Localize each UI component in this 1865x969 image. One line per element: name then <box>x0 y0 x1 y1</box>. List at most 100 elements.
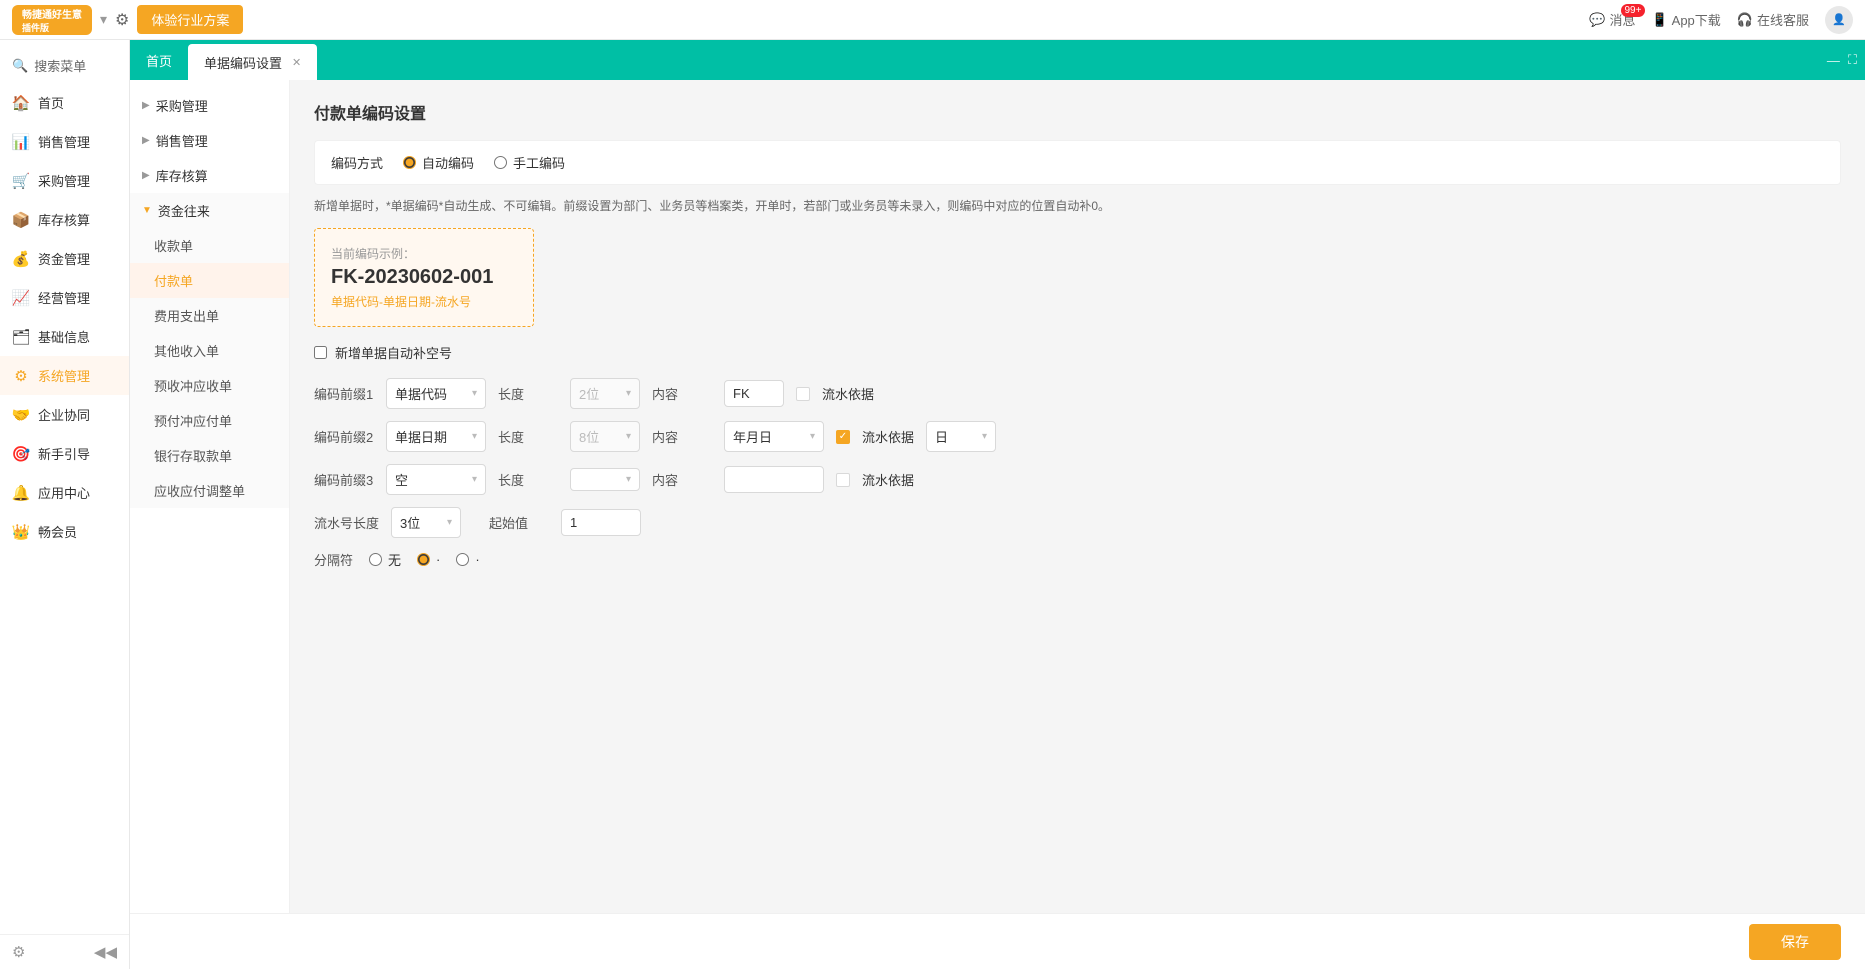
prefix-3-arrow: ▾ <box>472 474 477 485</box>
online-service-icon: 🎧 <box>1737 12 1753 28</box>
sidebar-item-operations[interactable]: 📈 经营管理 <box>0 278 129 317</box>
capital-group-label: 资金往来 <box>158 201 210 220</box>
menu-item-prepay-payable[interactable]: 预付冲应付单 <box>130 403 289 438</box>
sales-icon: 📊 <box>12 133 30 151</box>
trial-button[interactable]: 体验行业方案 <box>137 5 243 34</box>
nav-arrows[interactable]: ▾ <box>100 11 107 28</box>
settings-icon[interactable]: ⚙ <box>115 10 129 30</box>
online-service-area[interactable]: 🎧 在线客服 <box>1737 10 1809 29</box>
sidebar-item-member[interactable]: 👑 畅会员 <box>0 512 129 551</box>
sidebar-item-purchase[interactable]: 🛒 采购管理 <box>0 161 129 200</box>
prefix-1-arrow: ▾ <box>472 388 477 399</box>
info-text: 新增单据时，*单据编码*自动生成、不可编辑。前缀设置为部门、业务员等档案类，开单… <box>314 197 1841 216</box>
start-value-input[interactable] <box>561 509 641 536</box>
content-1-label: 内容 <box>652 384 712 403</box>
gear-bottom-icon[interactable]: ⚙ <box>12 943 25 961</box>
maximize-icon[interactable]: ⛶ <box>1848 52 1857 68</box>
purchase-icon: 🛒 <box>12 172 30 190</box>
arrow-down-icon[interactable]: ▾ <box>100 11 107 28</box>
sidebar-label-finance: 资金管理 <box>38 249 90 268</box>
sidebar-item-system[interactable]: ⚙ 系统管理 <box>0 356 129 395</box>
menu-item-receipt[interactable]: 收款单 <box>130 228 289 263</box>
auto-fill-label: 新增单据自动补空号 <box>335 343 452 362</box>
sidebar-item-finance[interactable]: 💰 资金管理 <box>0 239 129 278</box>
menu-item-bank[interactable]: 银行存取款单 <box>130 438 289 473</box>
sidebar-item-home[interactable]: 🏠 首页 <box>0 83 129 122</box>
content-area: ▶ 采购管理 ▶ 销售管理 ▶ 库存核算 <box>130 80 1865 913</box>
manual-code-radio-input[interactable] <box>494 156 507 169</box>
prefix-1-select[interactable]: 单据代码 ▾ <box>386 378 486 409</box>
left-menu-capital-title[interactable]: ▼ 资金往来 <box>130 193 289 228</box>
sidebar-item-inventory[interactable]: 📦 库存核算 <box>0 200 129 239</box>
length-1-value: 2位 <box>579 384 599 403</box>
inventory-group-label: 库存核算 <box>156 166 208 185</box>
inventory-icon: 📦 <box>12 211 30 229</box>
content-2-value: 年月日 <box>733 427 772 446</box>
tab-encoding-settings[interactable]: 单据编码设置 ✕ <box>188 44 317 80</box>
left-menu-inventory-title[interactable]: ▶ 库存核算 <box>130 158 289 193</box>
sep-radio-dot2[interactable]: · <box>456 552 479 567</box>
length-2-select[interactable]: 8位 ▾ <box>570 421 640 452</box>
collab-icon: 🤝 <box>12 406 30 424</box>
app-download-area[interactable]: 📱 App下载 <box>1651 10 1720 29</box>
prefix-3-value: 空 <box>395 470 408 489</box>
prefix-2-value: 单据日期 <box>395 427 447 446</box>
serial-1-checkbox[interactable] <box>796 387 810 401</box>
menu-item-adjust[interactable]: 应收应付调整单 <box>130 473 289 508</box>
tab-home-label: 首页 <box>146 51 172 70</box>
sidebar-item-apps[interactable]: 🔔 应用中心 <box>0 473 129 512</box>
left-menu-purchase-title[interactable]: ▶ 采购管理 <box>130 88 289 123</box>
serial-3-checkbox[interactable] <box>836 473 850 487</box>
content-3-input[interactable] <box>724 466 824 493</box>
prefix-3-select[interactable]: 空 ▾ <box>386 464 486 495</box>
length-2-arrow: ▾ <box>626 431 631 442</box>
sidebar-item-sales[interactable]: 📊 销售管理 <box>0 122 129 161</box>
length-3-select[interactable]: ▾ <box>570 468 640 491</box>
auto-code-radio-input[interactable] <box>403 156 416 169</box>
serial-2-label: 流水依据 <box>862 427 914 446</box>
top-bar-left: 畅捷通好生意插件版 ▾ ⚙ 体验行业方案 <box>12 5 243 35</box>
tab-home[interactable]: 首页 <box>130 40 188 80</box>
sep-dot-input[interactable] <box>417 553 430 566</box>
user-avatar[interactable]: 👤 <box>1825 6 1853 34</box>
sidebar-item-guide[interactable]: 🎯 新手引导 <box>0 434 129 473</box>
length-1-select[interactable]: 2位 ▾ <box>570 378 640 409</box>
auto-fill-checkbox[interactable] <box>314 346 327 359</box>
sidebar-label-operations: 经营管理 <box>38 288 90 307</box>
sidebar-bottom: ⚙ ◀◀ <box>0 934 129 969</box>
sep-radio-none[interactable]: 无 <box>369 550 401 569</box>
sep-dot2-input[interactable] <box>456 553 469 566</box>
minimize-icon[interactable]: — <box>1827 53 1840 68</box>
menu-item-other-income[interactable]: 其他收入单 <box>130 333 289 368</box>
extra-2-select[interactable]: 日 ▾ <box>926 421 996 452</box>
menu-item-expense[interactable]: 费用支出单 <box>130 298 289 333</box>
user-icon: 👤 <box>1832 13 1846 26</box>
sep-radio-dot[interactable]: · <box>417 552 440 567</box>
bottom-bar: 保存 <box>130 913 1865 969</box>
manual-code-radio[interactable]: 手工编码 <box>494 153 565 172</box>
left-menu-sales-title[interactable]: ▶ 销售管理 <box>130 123 289 158</box>
sidebar-label-sales: 销售管理 <box>38 132 90 151</box>
save-button[interactable]: 保存 <box>1749 924 1841 960</box>
encoding-mode-label: 编码方式 <box>331 153 383 172</box>
sidebar-item-collab[interactable]: 🤝 企业协同 <box>0 395 129 434</box>
content-1-input[interactable] <box>724 380 784 407</box>
menu-item-payment[interactable]: 付款单 <box>130 263 289 298</box>
top-bar-right: 💬 消息 99+ 📱 App下载 🎧 在线客服 👤 <box>1589 6 1853 34</box>
purchase-arrow-icon: ▶ <box>142 100 150 111</box>
message-area[interactable]: 💬 消息 99+ <box>1589 10 1635 29</box>
collapse-icon[interactable]: ◀◀ <box>94 943 117 961</box>
prefix-2-select[interactable]: 单据日期 ▾ <box>386 421 486 452</box>
tab-close-icon[interactable]: ✕ <box>292 56 301 69</box>
right-panel: 首页 单据编码设置 ✕ — ⛶ ▶ 采购管理 <box>130 40 1865 969</box>
menu-item-prepay-receivable[interactable]: 预收冲应收单 <box>130 368 289 403</box>
serial-length-select[interactable]: 3位 ▾ <box>391 507 461 538</box>
sidebar-nav: 🏠 首页 📊 销售管理 🛒 采购管理 📦 库存核算 💰 资金管理 📈 经 <box>0 83 129 934</box>
app-logo: 畅捷通好生意插件版 <box>12 5 92 35</box>
sidebar-item-basic[interactable]: 🗂 基础信息 <box>0 317 129 356</box>
auto-code-radio[interactable]: 自动编码 <box>403 153 474 172</box>
search-menu[interactable]: 🔍 搜索菜单 <box>0 48 129 83</box>
content-2-select[interactable]: 年月日 ▾ <box>724 421 824 452</box>
serial-2-checkbox[interactable]: ✓ <box>836 430 850 444</box>
sep-none-input[interactable] <box>369 553 382 566</box>
